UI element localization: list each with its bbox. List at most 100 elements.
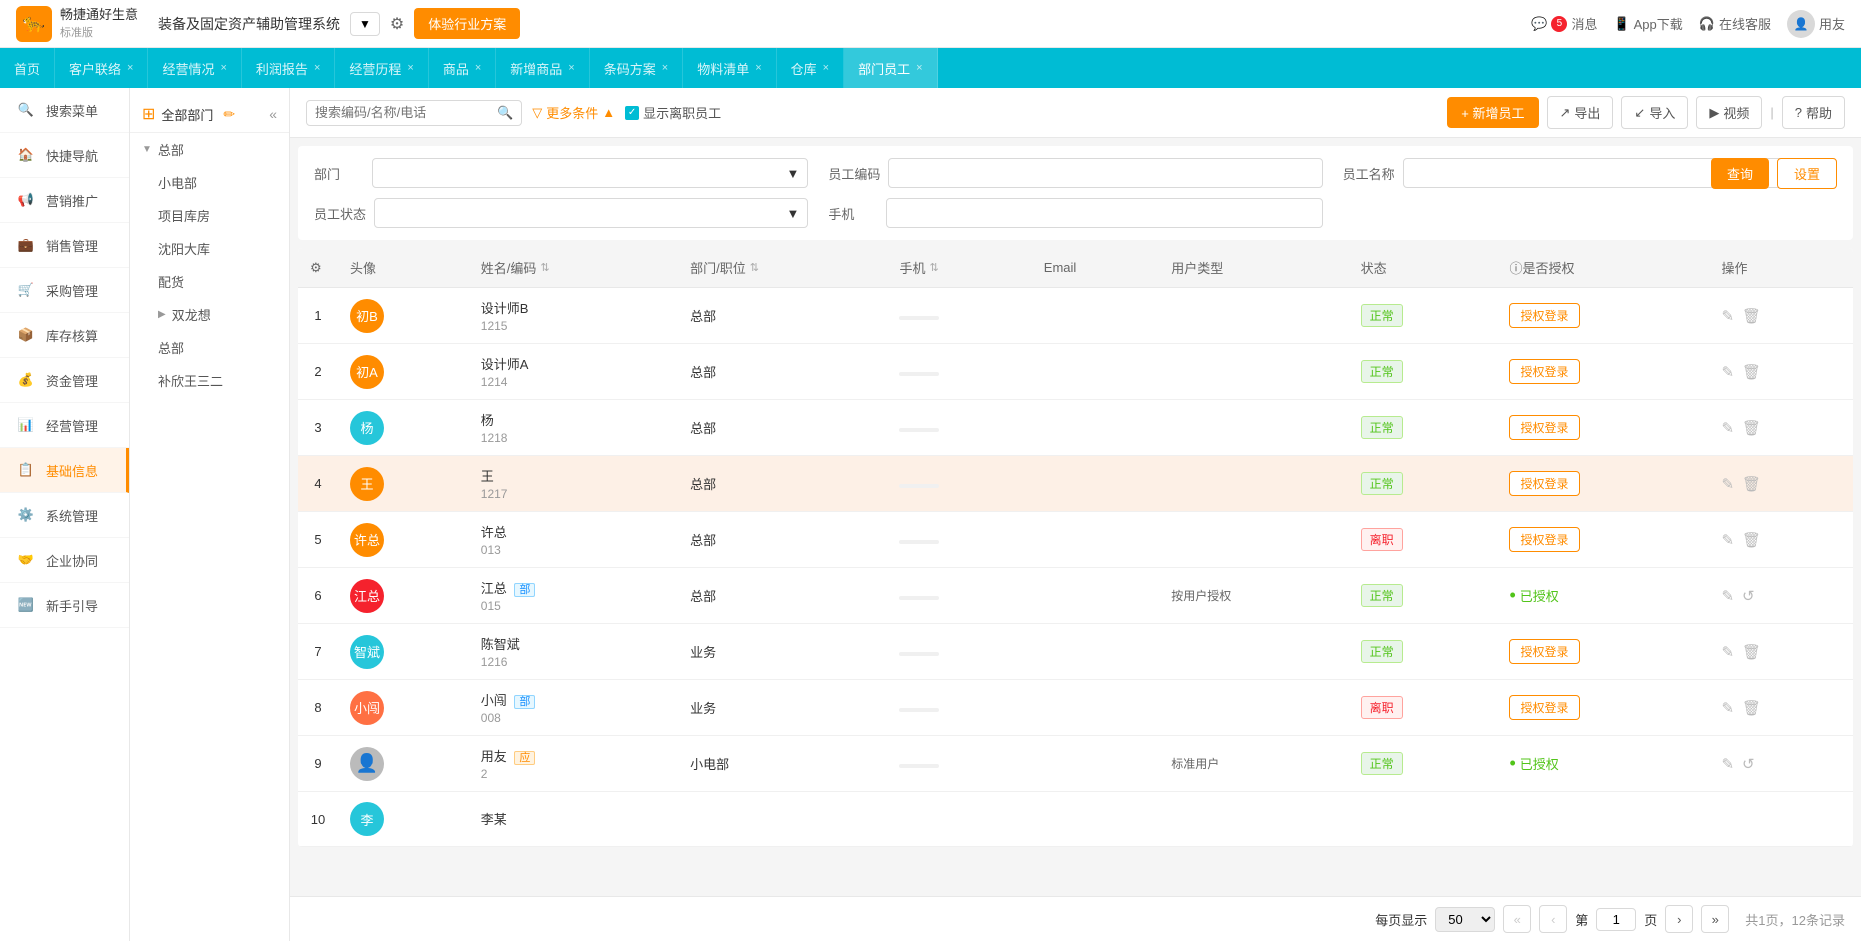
edit-icon-6[interactable]: ✎ — [1721, 587, 1734, 605]
tab-business-status[interactable]: 经营情况 × — [148, 48, 241, 88]
restore-icon-9[interactable]: ↺ — [1742, 755, 1755, 773]
code-filter-input[interactable] — [888, 158, 1322, 188]
message-item[interactable]: 💬 5 消息 — [1531, 14, 1597, 33]
app-download-item[interactable]: 📱 App下载 — [1613, 14, 1682, 33]
show-resigned-checkbox[interactable]: ✓ — [625, 106, 639, 120]
first-page-button[interactable]: « — [1503, 905, 1531, 933]
tab-department-close[interactable]: × — [916, 62, 922, 74]
delete-icon-5[interactable]: 🗑 — [1742, 531, 1761, 549]
online-service-item[interactable]: 🎧 在线客服 — [1699, 14, 1771, 33]
status-filter-select[interactable]: ▼ — [374, 198, 808, 228]
table-settings-icon[interactable]: ⚙ — [310, 260, 322, 275]
sidebar-item-inventory[interactable]: 📦 库存核算 — [0, 313, 129, 358]
phone-sort-icon[interactable]: ⇅ — [929, 261, 938, 274]
auth-button-7[interactable]: 授权登录 — [1509, 639, 1579, 664]
dept-filter-select[interactable]: ▼ — [372, 158, 808, 188]
sidebar-item-quicknav[interactable]: 🏠 快捷导航 — [0, 133, 129, 178]
trial-button[interactable]: 体验行业方案 — [414, 8, 520, 39]
sidebar-item-business[interactable]: 📊 经营管理 — [0, 403, 129, 448]
show-resigned-label[interactable]: ✓ 显示离职员工 — [625, 103, 721, 122]
dept-item-xiaodian[interactable]: 小电部 — [130, 166, 289, 199]
sidebar-item-finance[interactable]: 💰 资金管理 — [0, 358, 129, 403]
dept-item-shuanglongxiang[interactable]: ▶ 双龙想 — [130, 298, 289, 331]
dept-item-root[interactable]: ▼ 总部 — [130, 133, 289, 166]
delete-icon-4[interactable]: 🗑 — [1742, 475, 1761, 493]
edit-icon-1[interactable]: ✎ — [1721, 307, 1734, 325]
dept-item-peihuo[interactable]: 配货 — [130, 265, 289, 298]
search-input[interactable] — [315, 105, 491, 120]
dept-item-project[interactable]: 项目库房 — [130, 199, 289, 232]
tab-warehouse-close[interactable]: × — [823, 62, 829, 74]
edit-icon-4[interactable]: ✎ — [1721, 475, 1734, 493]
sidebar-item-marketing[interactable]: 📢 营销推广 — [0, 178, 129, 223]
tab-new-goods-close[interactable]: × — [568, 62, 574, 74]
tab-bom[interactable]: 物料清单 × — [683, 48, 776, 88]
sidebar-item-sales[interactable]: 💼 销售管理 — [0, 223, 129, 268]
tab-home[interactable]: 首页 — [0, 48, 55, 88]
tab-barcode-close[interactable]: × — [662, 62, 668, 74]
tab-customer-close[interactable]: × — [127, 62, 133, 74]
edit-icon-8[interactable]: ✎ — [1721, 699, 1734, 717]
more-filter-button[interactable]: ▽ 更多条件 ▲ — [532, 103, 615, 122]
delete-icon-2[interactable]: 🗑 — [1742, 363, 1761, 381]
edit-icon-9[interactable]: ✎ — [1721, 755, 1734, 773]
delete-icon-7[interactable]: 🗑 — [1742, 643, 1761, 661]
import-button[interactable]: ↙ 导入 — [1621, 96, 1688, 129]
tab-bom-close[interactable]: × — [755, 62, 761, 74]
tab-barcode[interactable]: 条码方案 × — [590, 48, 683, 88]
dept-collapse-icon[interactable]: « — [269, 106, 277, 122]
search-button[interactable]: 查询 — [1711, 158, 1769, 189]
user-item[interactable]: 👤 用友 — [1787, 10, 1845, 38]
sidebar-item-purchase[interactable]: 🛒 采购管理 — [0, 268, 129, 313]
export-button[interactable]: ↗ 导出 — [1547, 96, 1614, 129]
tab-business-history-close[interactable]: × — [407, 62, 413, 74]
prev-page-button[interactable]: ‹ — [1539, 905, 1567, 933]
auth-button-3[interactable]: 授权登录 — [1509, 415, 1579, 440]
edit-icon-5[interactable]: ✎ — [1721, 531, 1734, 549]
page-input[interactable] — [1596, 908, 1636, 931]
dept-item-puxin[interactable]: 补欣王三二 — [130, 364, 289, 397]
sidebar-item-search[interactable]: 🔍 搜索菜单 — [0, 88, 129, 133]
auth-button-8[interactable]: 授权登录 — [1509, 695, 1579, 720]
auth-button-4[interactable]: 授权登录 — [1509, 471, 1579, 496]
phone-filter-input[interactable] — [886, 198, 1322, 228]
tab-business-history[interactable]: 经营历程 × — [335, 48, 428, 88]
per-page-select[interactable]: 50 100 — [1435, 907, 1495, 932]
delete-icon-1[interactable]: 🗑 — [1742, 307, 1761, 325]
sidebar-item-system[interactable]: ⚙️ 系统管理 — [0, 493, 129, 538]
view-button[interactable]: ▶ 视频 — [1696, 96, 1762, 129]
auth-button-5[interactable]: 授权登录 — [1509, 527, 1579, 552]
tab-new-goods[interactable]: 新增商品 × — [496, 48, 589, 88]
tab-profit-close[interactable]: × — [314, 62, 320, 74]
delete-icon-3[interactable]: 🗑 — [1742, 419, 1761, 437]
set-button[interactable]: 设置 — [1777, 158, 1837, 189]
dept-sort-icon[interactable]: ⇅ — [750, 261, 759, 274]
tab-profit[interactable]: 利润报告 × — [242, 48, 335, 88]
add-employee-button[interactable]: + 新增员工 — [1447, 97, 1538, 128]
tab-warehouse[interactable]: 仓库 × — [777, 48, 844, 88]
help-button[interactable]: ? 帮助 — [1782, 96, 1845, 129]
tab-department[interactable]: 部门员工 × — [844, 48, 937, 88]
next-page-button[interactable]: › — [1665, 905, 1693, 933]
dept-item-zongbu[interactable]: 总部 — [130, 331, 289, 364]
auth-button-1[interactable]: 授权登录 — [1509, 303, 1579, 328]
dept-edit-icon[interactable]: ✏ — [223, 106, 235, 123]
sidebar-item-enterprise[interactable]: 🤝 企业协同 — [0, 538, 129, 583]
dept-item-shenyang[interactable]: 沈阳大库 — [130, 232, 289, 265]
delete-icon-8[interactable]: 🗑 — [1742, 699, 1761, 717]
settings-gear-icon[interactable]: ⚙ — [390, 14, 404, 34]
auth-button-2[interactable]: 授权登录 — [1509, 359, 1579, 384]
edit-icon-3[interactable]: ✎ — [1721, 419, 1734, 437]
edit-icon-2[interactable]: ✎ — [1721, 363, 1734, 381]
tab-goods[interactable]: 商品 × — [429, 48, 496, 88]
system-dropdown[interactable]: ▼ — [350, 12, 380, 36]
sidebar-item-basic[interactable]: 📋 基础信息 — [0, 448, 129, 493]
tab-customer[interactable]: 客户联络 × — [55, 48, 148, 88]
name-sort-icon[interactable]: ⇅ — [540, 261, 549, 274]
sidebar-item-guide[interactable]: 🆕 新手引导 — [0, 583, 129, 628]
restore-icon-6[interactable]: ↺ — [1742, 587, 1755, 605]
edit-icon-7[interactable]: ✎ — [1721, 643, 1734, 661]
last-page-button[interactable]: » — [1701, 905, 1729, 933]
tab-goods-close[interactable]: × — [475, 62, 481, 74]
tab-business-status-close[interactable]: × — [220, 62, 226, 74]
